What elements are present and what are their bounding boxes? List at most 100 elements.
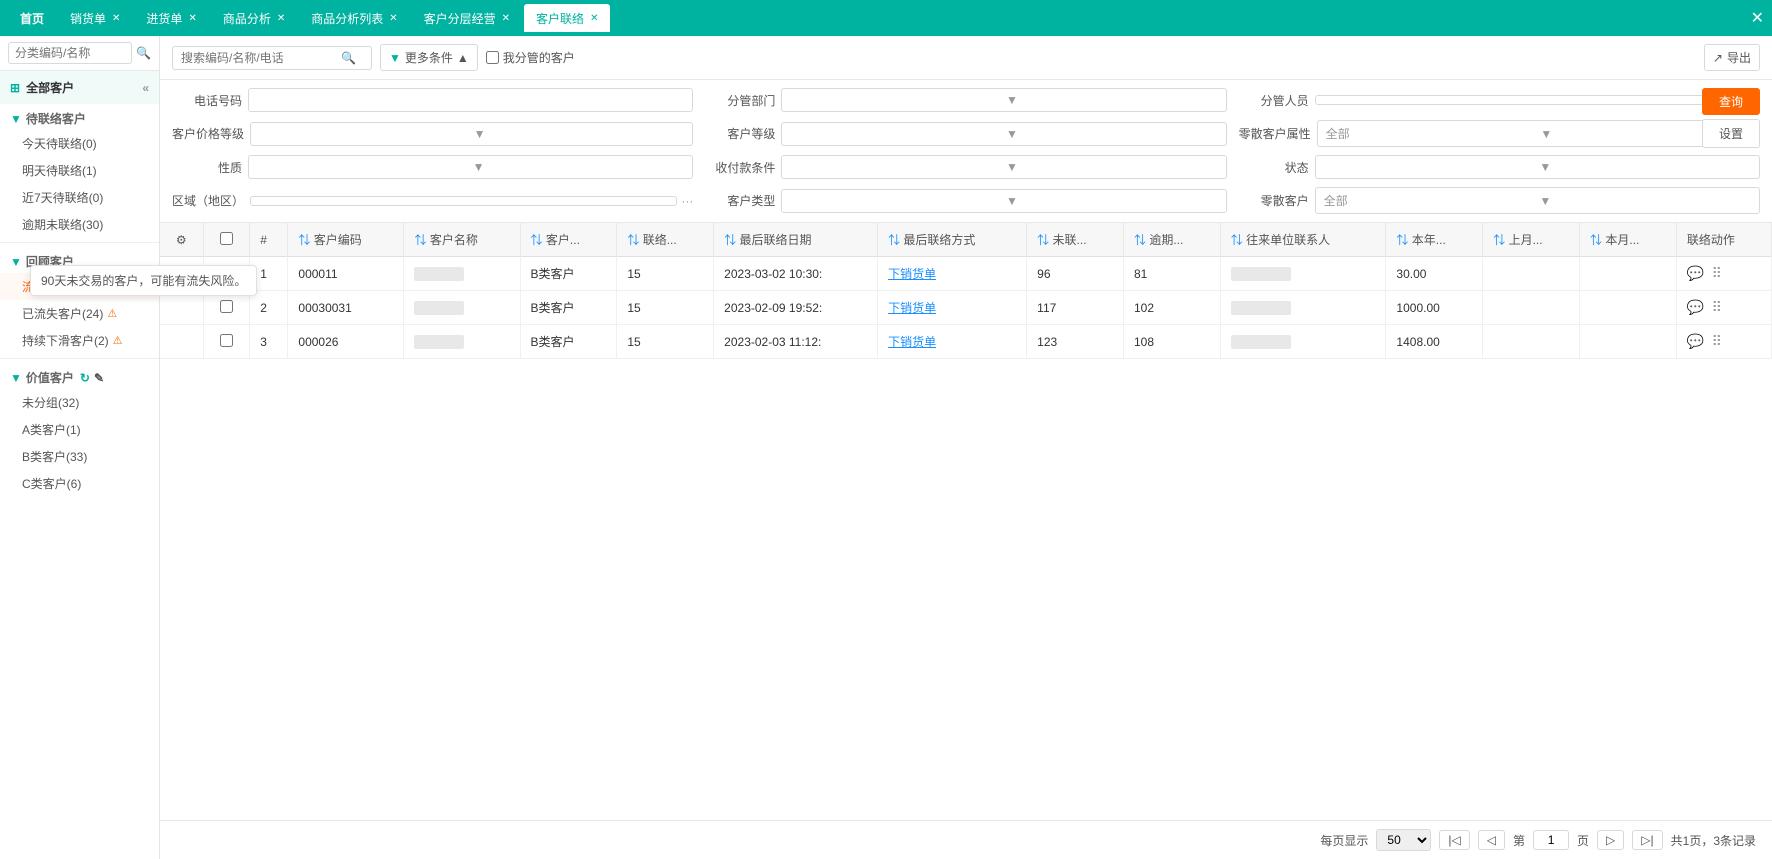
row-num: 3 bbox=[250, 325, 288, 359]
manager-select[interactable] bbox=[1315, 95, 1744, 105]
sidebar-item-ungroup[interactable]: 未分组(32) bbox=[0, 389, 159, 416]
price-grade-select[interactable]: ▼ bbox=[250, 122, 693, 146]
row-unit-contact bbox=[1220, 325, 1386, 359]
col-overdue[interactable]: ⇅ 逾期... bbox=[1123, 223, 1220, 257]
refresh-icon[interactable]: ↻ bbox=[80, 371, 90, 385]
per-page-select[interactable]: 50 100 200 bbox=[1376, 829, 1431, 851]
sidebar-search-input[interactable] bbox=[8, 42, 132, 64]
edit-icon[interactable]: ✎ bbox=[94, 371, 104, 385]
col-contact[interactable]: ⇅ 联络... bbox=[617, 223, 714, 257]
sidebar-item-tomorrow[interactable]: 明天待联络(1) bbox=[0, 157, 159, 184]
tab-sales[interactable]: 销货单 ✕ bbox=[58, 4, 132, 32]
last-method-link[interactable]: 下销货单 bbox=[888, 267, 936, 281]
tab-customer-contact-close[interactable]: ✕ bbox=[590, 13, 598, 24]
col-this-month[interactable]: ⇅ 本月... bbox=[1580, 223, 1677, 257]
last-method-link[interactable]: 下销货单 bbox=[888, 335, 936, 349]
filter-icon: ▼ bbox=[389, 51, 401, 65]
retail-attr-select[interactable]: 全部 ▼ bbox=[1317, 120, 1760, 147]
filter-retail-customer: 零散客户 全部 ▼ bbox=[1239, 187, 1760, 214]
all-customers-item[interactable]: ⊞ 全部客户 « bbox=[0, 71, 159, 104]
row-contact: 15 bbox=[617, 257, 714, 291]
sidebar-item-7days[interactable]: 近7天待联络(0) bbox=[0, 184, 159, 211]
row-not-contacted: 123 bbox=[1027, 325, 1124, 359]
last-method-link[interactable]: 下销货单 bbox=[888, 301, 936, 315]
export-button[interactable]: ↗ 导出 bbox=[1704, 44, 1760, 71]
sidebar-item-class-b[interactable]: B类客户(33) bbox=[0, 443, 159, 470]
tab-customer-contact[interactable]: 客户联络 ✕ bbox=[524, 4, 610, 32]
col-action: 联络动作 bbox=[1676, 223, 1771, 257]
sidebar-item-class-c[interactable]: C类客户(6) bbox=[0, 470, 159, 497]
more-icon[interactable]: ⠿ bbox=[1712, 333, 1722, 349]
tab-sales-close[interactable]: ✕ bbox=[112, 13, 120, 24]
search-input[interactable] bbox=[181, 51, 341, 65]
chat-icon[interactable]: 💬 bbox=[1687, 299, 1704, 315]
tab-customer-seg[interactable]: 客户分层经营 ✕ bbox=[412, 4, 522, 32]
col-settings[interactable]: ⚙ bbox=[160, 223, 203, 257]
row-overdue: 108 bbox=[1123, 325, 1220, 359]
nature-select[interactable]: ▼ bbox=[248, 155, 693, 179]
my-customers-checkbox-area: 我分管的客户 bbox=[486, 49, 575, 66]
dept-select[interactable]: ▼ bbox=[781, 88, 1226, 112]
next-page-button[interactable]: ▷ bbox=[1597, 830, 1624, 850]
search-icon-main[interactable]: 🔍 bbox=[341, 51, 356, 65]
sidebar-item-churned[interactable]: 已流失客户(24) ⚠ bbox=[0, 300, 159, 327]
tab-analysis[interactable]: 商品分析 ✕ bbox=[211, 4, 297, 32]
global-close-button[interactable]: ✕ bbox=[1751, 8, 1764, 28]
col-last-method[interactable]: ⇅ 最后联络方式 bbox=[878, 223, 1027, 257]
tab-analysis-close[interactable]: ✕ bbox=[277, 13, 285, 24]
page-number-input[interactable] bbox=[1533, 830, 1569, 850]
col-unit-contact[interactable]: ⇅ 往来单位联系人 bbox=[1220, 223, 1386, 257]
row-contact: 15 bbox=[617, 325, 714, 359]
tab-customer-seg-close[interactable]: ✕ bbox=[502, 13, 510, 24]
tab-home[interactable]: 首页 bbox=[8, 4, 56, 32]
my-customers-checkbox[interactable] bbox=[486, 51, 499, 64]
col-this-year[interactable]: ⇅ 本年... bbox=[1386, 223, 1483, 257]
col-last-month[interactable]: ⇅ 上月... bbox=[1483, 223, 1580, 257]
phone-input[interactable] bbox=[248, 88, 693, 112]
first-page-button[interactable]: |◁ bbox=[1439, 830, 1469, 850]
prev-page-button[interactable]: ◁ bbox=[1478, 830, 1505, 850]
tab-purchase[interactable]: 进货单 ✕ bbox=[134, 4, 208, 32]
col-code[interactable]: ⇅ 客户编码 bbox=[288, 223, 404, 257]
row-checkbox[interactable] bbox=[220, 334, 233, 347]
filter-region: 区域（地区） ··· bbox=[172, 192, 693, 209]
chat-icon[interactable]: 💬 bbox=[1687, 333, 1704, 349]
row-checkbox[interactable] bbox=[220, 300, 233, 313]
status-select[interactable]: ▼ bbox=[1315, 155, 1760, 179]
customer-type-select[interactable]: ▼ bbox=[781, 189, 1226, 213]
query-button[interactable]: 查询 bbox=[1702, 88, 1760, 115]
more-icon[interactable]: ⠿ bbox=[1712, 299, 1722, 315]
retail-customer-select[interactable]: 全部 ▼ bbox=[1315, 187, 1760, 214]
region-dots[interactable]: ··· bbox=[681, 194, 693, 208]
select-all-checkbox[interactable] bbox=[220, 232, 233, 245]
tab-purchase-close[interactable]: ✕ bbox=[188, 13, 196, 24]
total-label: 共1页，3条记录 bbox=[1671, 832, 1756, 849]
tab-analysis-list[interactable]: 商品分析列表 ✕ bbox=[299, 4, 409, 32]
tab-analysis-list-close[interactable]: ✕ bbox=[389, 13, 397, 24]
sidebar-item-class-a[interactable]: A类客户(1) bbox=[0, 416, 159, 443]
more-icon[interactable]: ⠿ bbox=[1712, 265, 1722, 281]
row-overdue: 81 bbox=[1123, 257, 1220, 291]
filter-row-4: 区域（地区） ··· 客户类型 ▼ 零散客户 全部 bbox=[172, 187, 1760, 214]
region-select[interactable] bbox=[250, 196, 677, 206]
sidebar-item-overdue[interactable]: 逾期未联络(30) bbox=[0, 211, 159, 238]
col-not-contacted[interactable]: ⇅ 未联... bbox=[1027, 223, 1124, 257]
last-page-button[interactable]: ▷| bbox=[1632, 830, 1662, 850]
arrow-icon: ▼ bbox=[10, 112, 22, 126]
row-name bbox=[404, 257, 520, 291]
main-layout: 🔍 ⊞ 全部客户 « ▼ 待联络客户 今天待联络(0) 明天待联络(1) 近7天… bbox=[0, 36, 1772, 859]
sidebar-search-icon[interactable]: 🔍 bbox=[136, 46, 151, 60]
warn-icon-2: ⚠ bbox=[107, 307, 117, 320]
filter-row-3: 性质 ▼ 收付款条件 ▼ 状态 bbox=[172, 155, 1760, 179]
settings-button[interactable]: 设置 bbox=[1702, 119, 1760, 148]
col-name[interactable]: ⇅ 客户名称 bbox=[404, 223, 520, 257]
row-unit-contact bbox=[1220, 257, 1386, 291]
customer-grade-select[interactable]: ▼ bbox=[781, 122, 1226, 146]
sidebar-item-declining[interactable]: 持续下滑客户(2) ⚠ bbox=[0, 327, 159, 354]
sidebar-item-today[interactable]: 今天待联络(0) bbox=[0, 130, 159, 157]
payment-select[interactable]: ▼ bbox=[781, 155, 1226, 179]
chat-icon[interactable]: 💬 bbox=[1687, 265, 1704, 281]
col-type[interactable]: ⇅ 客户... bbox=[520, 223, 617, 257]
more-conditions-button[interactable]: ▼ 更多条件 ▲ bbox=[380, 44, 478, 71]
col-last-date[interactable]: ⇅ 最后联络日期 bbox=[714, 223, 878, 257]
